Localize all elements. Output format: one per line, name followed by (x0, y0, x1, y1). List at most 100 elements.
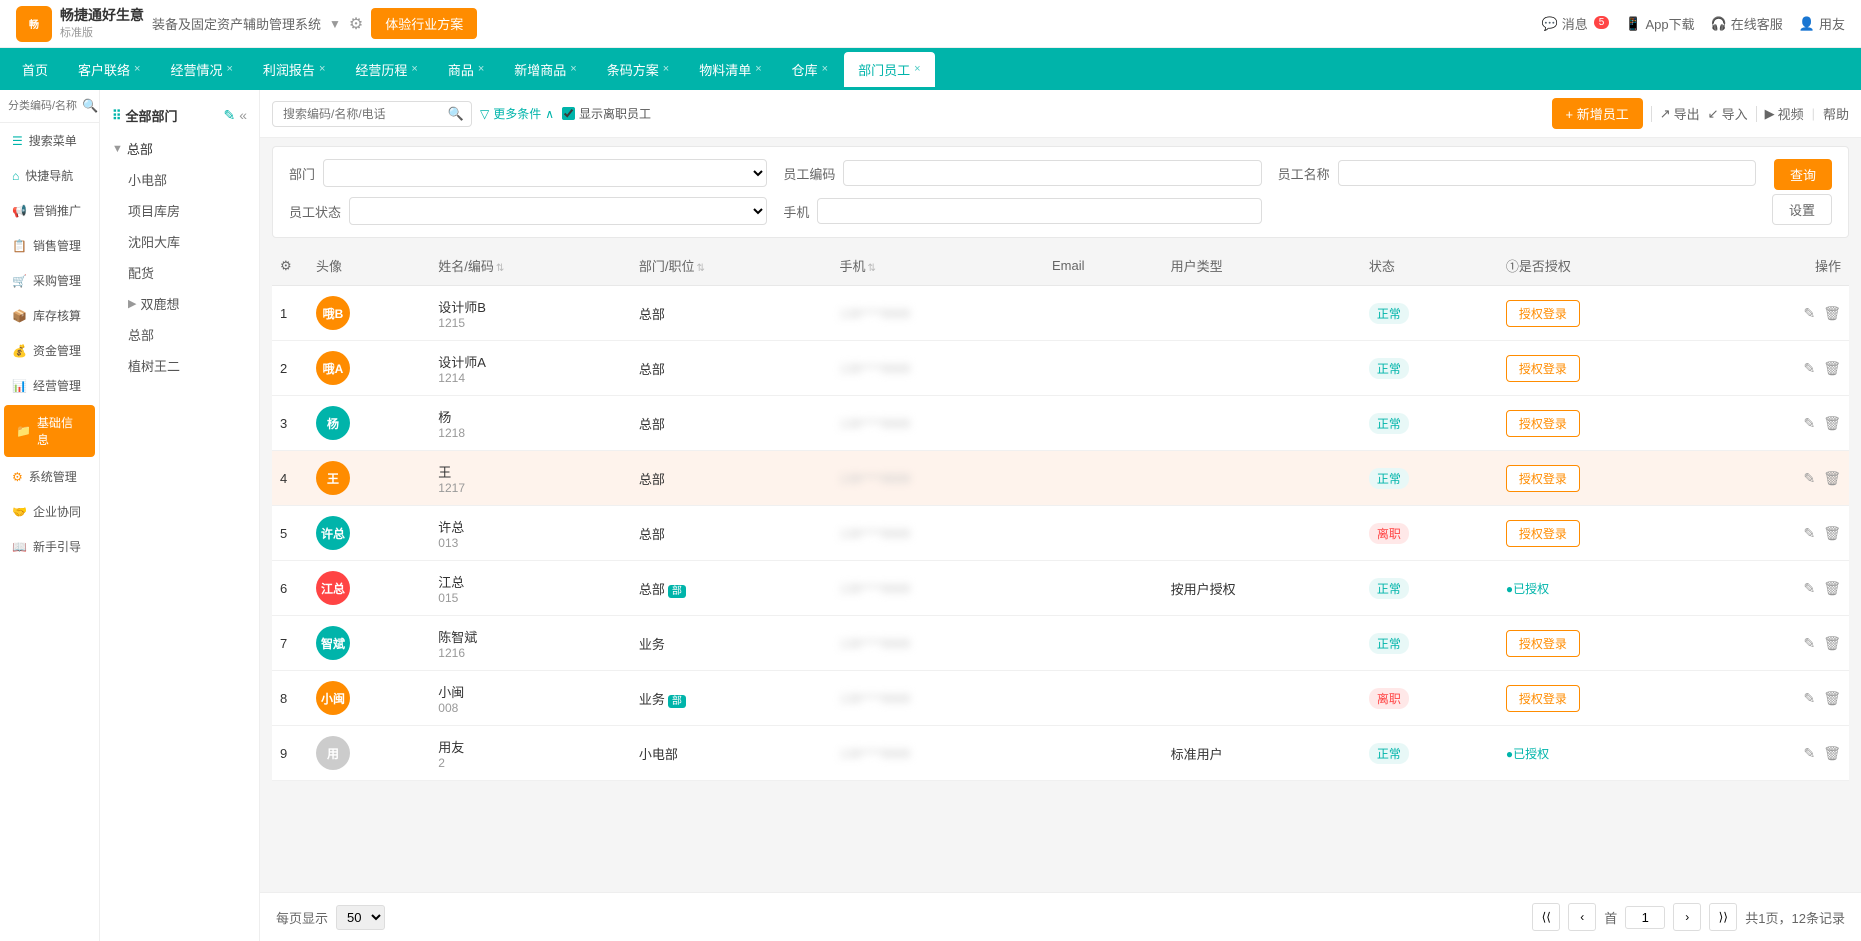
collapse-panel-icon[interactable]: « (239, 107, 247, 124)
col-setting[interactable]: ⚙ (272, 246, 308, 286)
authorize-button[interactable]: 授权登录 (1506, 300, 1580, 327)
sidebar-search-input[interactable] (8, 100, 78, 112)
tab-barcode[interactable]: 条码方案× (593, 52, 683, 87)
message-button[interactable]: 💬 消息 5 (1542, 14, 1610, 33)
dept-item-hq-root[interactable]: ▼ 总部 (100, 133, 259, 164)
export-button[interactable]: ↗ 导出 (1660, 104, 1700, 123)
tab-customer[interactable]: 客户联络× (64, 52, 154, 87)
delete-button[interactable]: 🗑 (1823, 525, 1841, 542)
tab-department[interactable]: 部门员工× (844, 52, 934, 87)
dept-item-zhishu[interactable]: 植树王二 (100, 350, 259, 381)
close-icon[interactable]: × (755, 63, 761, 75)
next-page-button[interactable]: › (1673, 903, 1701, 931)
col-dept[interactable]: 部门/职位⇅ (631, 246, 832, 286)
close-icon[interactable]: × (663, 63, 669, 75)
dept-item-xiaodian[interactable]: 小电部 (100, 164, 259, 195)
authorize-button[interactable]: 授权登录 (1506, 520, 1580, 547)
edit-button[interactable]: ✎ (1803, 690, 1815, 707)
tab-bom[interactable]: 物料清单× (685, 52, 775, 87)
sidebar-item-system[interactable]: ⚙系统管理 (0, 459, 99, 494)
edit-button[interactable]: ✎ (1803, 415, 1815, 432)
sidebar-item-inventory[interactable]: 📦库存核算 (0, 298, 99, 333)
filter-button[interactable]: ▽ 更多条件 ∧ (480, 105, 554, 122)
setting-icon[interactable]: ⚙ (280, 258, 292, 273)
close-icon[interactable]: × (822, 63, 828, 75)
col-name[interactable]: 姓名/编码⇅ (430, 246, 631, 286)
close-icon[interactable]: × (226, 63, 232, 75)
status-select[interactable] (349, 197, 767, 225)
authorize-button[interactable]: 授权登录 (1506, 355, 1580, 382)
page-number-input[interactable] (1625, 906, 1665, 929)
edit-button[interactable]: ✎ (1803, 525, 1815, 542)
app-download-button[interactable]: 📱 App下载 (1625, 14, 1694, 33)
authorize-button[interactable]: 授权登录 (1506, 465, 1580, 492)
sidebar-item-collab[interactable]: 🤝企业协同 (0, 494, 99, 529)
search-icon[interactable]: 🔍 (448, 106, 464, 122)
authorize-button[interactable]: 授权登录 (1506, 410, 1580, 437)
import-button[interactable]: ↙ 导入 (1708, 104, 1748, 123)
sidebar-item-search[interactable]: ☰搜索菜单 (0, 123, 99, 158)
dept-item-shenyang[interactable]: 沈阳大库 (100, 226, 259, 257)
edit-dept-icon[interactable]: ✎ (223, 107, 235, 124)
close-icon[interactable]: × (478, 63, 484, 75)
close-icon[interactable]: × (914, 63, 920, 75)
tab-operations[interactable]: 经营情况× (156, 52, 246, 87)
close-icon[interactable]: × (570, 63, 576, 75)
tab-history[interactable]: 经营历程× (341, 52, 431, 87)
edit-button[interactable]: ✎ (1803, 635, 1815, 652)
first-page-button[interactable]: ⟨⟨ (1532, 903, 1560, 931)
tab-add-goods[interactable]: 新增商品× (500, 52, 590, 87)
prev-page-button[interactable]: ‹ (1568, 903, 1596, 931)
edit-button[interactable]: ✎ (1803, 360, 1815, 377)
user-button[interactable]: 👤 用友 (1799, 14, 1845, 33)
phone-input[interactable] (817, 198, 1261, 224)
sidebar-item-operations[interactable]: 📊经营管理 (0, 368, 99, 403)
delete-button[interactable]: 🗑 (1823, 360, 1841, 377)
close-icon[interactable]: × (134, 63, 140, 75)
sidebar-item-finance[interactable]: 💰资金管理 (0, 333, 99, 368)
support-button[interactable]: 🎧 在线客服 (1711, 14, 1783, 33)
search-icon[interactable]: 🔍 (82, 98, 98, 114)
edit-button[interactable]: ✎ (1803, 745, 1815, 762)
authorize-button[interactable]: 授权登录 (1506, 685, 1580, 712)
empcode-input[interactable] (843, 160, 1261, 186)
query-button[interactable]: 查询 (1774, 159, 1832, 190)
dept-item-zongbu[interactable]: 总部 (100, 319, 259, 350)
settings-button[interactable]: 设置 (1772, 194, 1832, 225)
close-icon[interactable]: × (411, 63, 417, 75)
empname-input[interactable] (1338, 160, 1756, 186)
dept-item-peiwo[interactable]: 配货 (100, 257, 259, 288)
dept-item-shuanglu[interactable]: ▶ 双鹿想 (100, 288, 259, 319)
edit-button[interactable]: ✎ (1803, 470, 1815, 487)
system-title-arrow[interactable]: ▼ (329, 17, 341, 31)
delete-button[interactable]: 🗑 (1823, 635, 1841, 652)
delete-button[interactable]: 🗑 (1823, 580, 1841, 597)
delete-button[interactable]: 🗑 (1823, 745, 1841, 762)
tab-profit[interactable]: 利润报告× (249, 52, 339, 87)
sidebar-item-guide[interactable]: 📖新手引导 (0, 529, 99, 564)
show-resigned-checkbox[interactable]: 显示离职员工 (562, 105, 651, 122)
delete-button[interactable]: 🗑 (1823, 415, 1841, 432)
authorize-button[interactable]: 授权登录 (1506, 630, 1580, 657)
sidebar-item-nav[interactable]: ⌂快捷导航 (0, 158, 99, 193)
delete-button[interactable]: 🗑 (1823, 690, 1841, 707)
add-employee-button[interactable]: + 新增员工 (1552, 98, 1643, 129)
help-button[interactable]: 帮助 (1823, 104, 1849, 123)
tab-warehouse[interactable]: 仓库× (778, 52, 842, 87)
close-icon[interactable]: × (319, 63, 325, 75)
col-phone[interactable]: 手机⇅ (832, 246, 1044, 286)
sidebar-item-purchase[interactable]: 🛒采购管理 (0, 263, 99, 298)
tab-goods[interactable]: 商品× (434, 52, 498, 87)
delete-button[interactable]: 🗑 (1823, 470, 1841, 487)
page-size-select[interactable]: 50 (336, 905, 385, 930)
sidebar-item-basic-info[interactable]: 📁基础信息 (4, 405, 95, 457)
search-input[interactable] (272, 101, 472, 127)
experience-button[interactable]: 体验行业方案 (371, 8, 477, 39)
dept-item-project[interactable]: 项目库房 (100, 195, 259, 226)
tab-home[interactable]: 首页 (8, 52, 62, 87)
sidebar-item-marketing[interactable]: 📢营销推广 (0, 193, 99, 228)
dept-filter-select[interactable] (323, 159, 767, 187)
view-button[interactable]: ▶ 视频 (1765, 104, 1804, 123)
gear-button[interactable]: ⚙ (349, 14, 363, 34)
delete-button[interactable]: 🗑 (1823, 305, 1841, 322)
